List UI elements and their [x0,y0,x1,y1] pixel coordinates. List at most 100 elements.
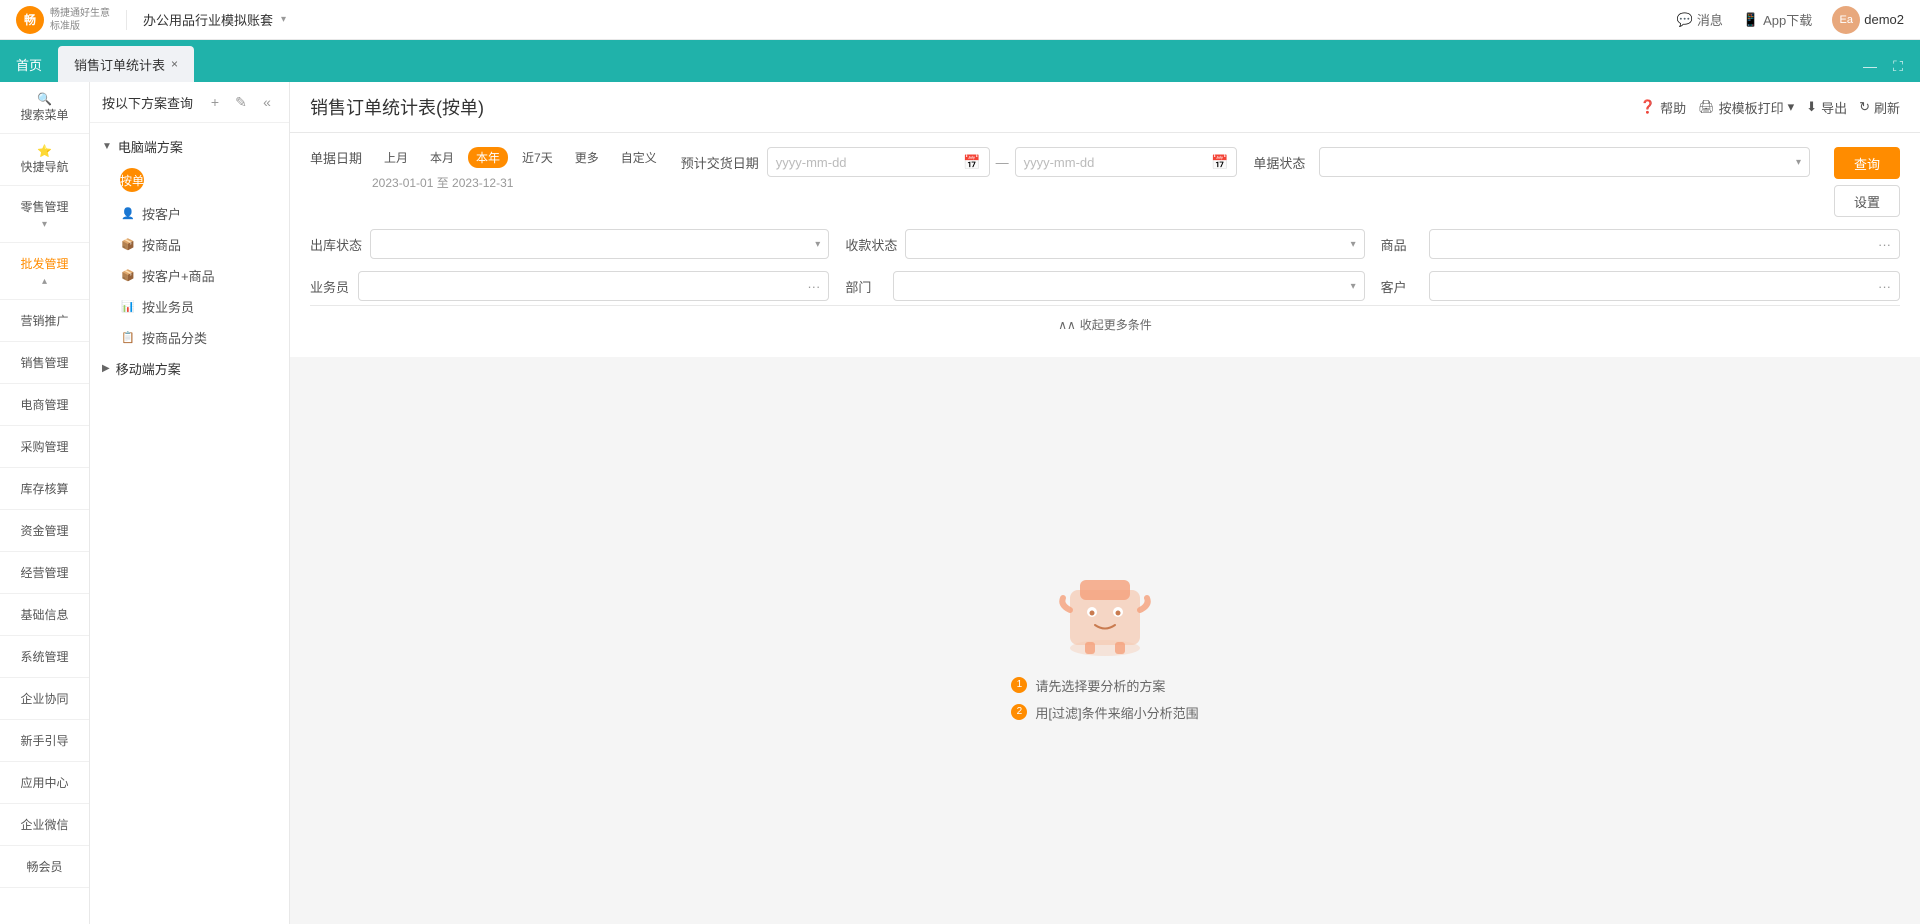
tree-child-by-salesperson[interactable]: 📊 按业务员 [90,291,289,322]
help-label: 帮助 [1660,98,1686,117]
sidebar-item-wechat[interactable]: 企业微信 [0,804,89,846]
calendar-end-icon: 📅 [1211,154,1228,171]
help-btn[interactable]: ❓ 帮助 [1640,98,1686,117]
tree-child-by-order[interactable]: 按单 [90,162,289,198]
tree-child-by-category[interactable]: 📋 按商品分类 [90,322,289,353]
message-action[interactable]: 💬 消息 [1677,10,1723,29]
collapse-bar[interactable]: ∧∧ 收起更多条件 [310,305,1900,343]
message-label: 消息 [1697,10,1723,29]
user-area[interactable]: Ea demo2 [1832,6,1904,34]
tree-child-by-salesperson-label: 按业务员 [142,297,194,316]
sidebar-item-ecommerce[interactable]: 电商管理 [0,384,89,426]
expected-date-end-input[interactable]: yyyy-mm-dd 📅 [1015,147,1238,177]
goods-dots: ··· [1878,237,1891,252]
step-2-text: 用[过滤]条件来缩小分析范围 [1035,703,1198,722]
tree-parent-mobile[interactable]: ▶ 移动端方案 [90,353,289,384]
date-btn-more[interactable]: 更多 [567,147,607,168]
sidebar-item-wholesale[interactable]: 批发管理 ▴ [0,243,89,300]
tab-minimize-btn[interactable]: — [1860,56,1880,76]
sidebar-item-inventory-label: 库存核算 [20,480,68,497]
app-download-action[interactable]: 📱 App下载 [1743,10,1812,29]
tree-parent-mobile-label: 移动端方案 [116,359,181,378]
salesperson-icon: 📊 [120,299,136,315]
payment-select[interactable]: ▾ [905,229,1364,259]
tree-toggle-mobile: ▶ [102,363,110,374]
user-avatar: Ea [1832,6,1860,34]
salesperson-dots: ··· [807,279,820,294]
template-print-btn[interactable]: 🖨 按模板打印 ▾ [1698,98,1794,117]
date-separator: — [996,155,1009,170]
sidebar-search-menu[interactable]: 🔍 搜索菜单 [0,82,89,134]
setting-btn[interactable]: 设置 [1834,185,1900,217]
sidebar-item-sales[interactable]: 销售管理 [0,342,89,384]
empty-text: 1 请先选择要分析的方案 2 用[过滤]条件来缩小分析范围 [1011,676,1198,722]
expected-date-start-input[interactable]: yyyy-mm-dd 📅 [767,147,990,177]
empty-step-1: 1 请先选择要分析的方案 [1011,676,1198,695]
collapse-panel-btn[interactable]: « [257,92,277,112]
refresh-btn[interactable]: ↻ 刷新 [1859,98,1900,117]
sidebar-item-newbie[interactable]: 新手引导 [0,720,89,762]
tab-sales-order-stats[interactable]: 销售订单统计表 × [58,46,194,82]
status-select[interactable]: ▾ [1319,147,1810,177]
app-download-label: App下载 [1763,10,1812,29]
tree-child-by-customer-goods[interactable]: 📦 按客户+商品 [90,260,289,291]
message-icon: 💬 [1677,12,1693,28]
expected-date-start-placeholder: yyyy-mm-dd [776,155,847,170]
tab-close-icon[interactable]: × [171,57,178,71]
sidebar-item-apps[interactable]: 应用中心 [0,762,89,804]
date-range-display: 2023-01-01 至 2023-12-31 [310,174,665,191]
customer-icon: 👤 [120,206,136,222]
sidebar-item-wechat-label: 企业微信 [20,816,68,833]
goods-icon: 📦 [120,237,136,253]
query-btn[interactable]: 查询 [1834,147,1900,179]
calendar-start-icon: 📅 [963,154,980,171]
date-label: 单据日期 [310,148,370,167]
tab-maximize-btn[interactable]: ⛶ [1888,56,1908,76]
tree-parent-pc[interactable]: ▼ 电脑端方案 [90,131,289,162]
content-area: 按以下方案查询 + ✎ « ▼ 电脑端方案 按单 👤 按客户 [90,82,1920,924]
export-btn[interactable]: ⬇ 导出 [1806,98,1847,117]
goods-field: 商品 ··· [1381,229,1900,259]
department-select[interactable]: ▾ [893,271,1364,301]
tree-toggle-pc: ▼ [102,141,112,152]
sidebar-item-apps-label: 应用中心 [20,774,68,791]
date-btn-7days[interactable]: 近7天 [514,147,561,168]
salesperson-input[interactable]: ··· [358,271,829,301]
customer-input[interactable]: ··· [1429,271,1900,301]
sidebar-item-purchase[interactable]: 采购管理 [0,426,89,468]
step-1-num: 1 [1011,677,1027,693]
tree-child-by-customer[interactable]: 👤 按客户 [90,198,289,229]
left-panel-title: 按以下方案查询 [102,93,193,112]
add-scheme-btn[interactable]: + [205,92,225,112]
tree-child-by-customer-label: 按客户 [142,204,181,223]
empty-step-2: 2 用[过滤]条件来缩小分析范围 [1011,703,1198,722]
sidebar-item-operations[interactable]: 经营管理 [0,552,89,594]
delivery-select[interactable]: ▾ [370,229,829,259]
sidebar-item-inventory[interactable]: 库存核算 [0,468,89,510]
sidebar-item-retail[interactable]: 零售管理 ▾ [0,186,89,243]
date-btn-last-month[interactable]: 上月 [376,147,416,168]
sidebar-item-system[interactable]: 系统管理 [0,636,89,678]
step-2-num: 2 [1011,704,1027,720]
top-bar-left: 畅 畅捷通好生意 标准版 办公用品行业模拟账套 ▾ [16,6,286,34]
sidebar-quick-nav[interactable]: ⭐ 快捷导航 [0,134,89,186]
sidebar-item-member[interactable]: 畅会员 [0,846,89,888]
sidebar-item-finance[interactable]: 资金管理 [0,510,89,552]
sidebar-item-basic[interactable]: 基础信息 [0,594,89,636]
search-menu-label: 搜索菜单 [8,106,81,123]
tree-child-by-goods[interactable]: 📦 按商品 [90,229,289,260]
page-actions: ❓ 帮助 🖨 按模板打印 ▾ ⬇ 导出 ↻ 刷新 [1640,98,1900,117]
tab-home[interactable]: 首页 [0,46,58,82]
left-panel-header: 按以下方案查询 + ✎ « [90,82,289,123]
goods-input[interactable]: ··· [1429,229,1900,259]
sidebar-item-operations-label: 经营管理 [20,564,68,581]
sidebar-item-corp[interactable]: 企业协同 [0,678,89,720]
date-btn-this-year[interactable]: 本年 [468,147,508,168]
app-title-dropdown[interactable]: ▾ [281,14,286,25]
date-btn-custom[interactable]: 自定义 [613,147,665,168]
edit-scheme-btn[interactable]: ✎ [231,92,251,112]
left-panel-actions: + ✎ « [205,92,277,112]
date-btn-this-month[interactable]: 本月 [422,147,462,168]
sidebar-item-marketing[interactable]: 营销推广 [0,300,89,342]
refresh-icon: ↻ [1859,99,1870,115]
